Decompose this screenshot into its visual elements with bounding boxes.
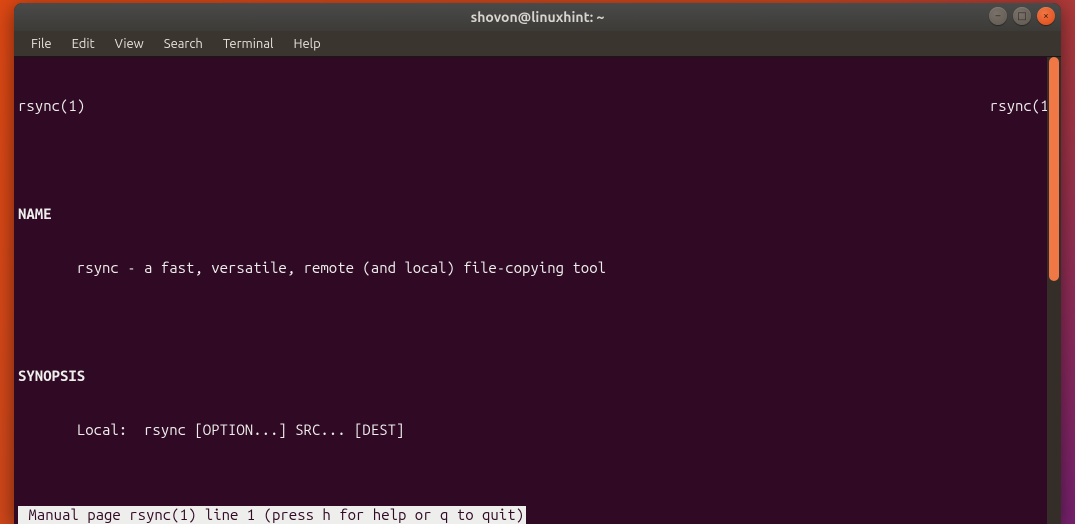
- section-synopsis-heading: SYNOPSIS: [18, 367, 1057, 385]
- blank-line: [18, 313, 1057, 331]
- man-header-left: rsync(1): [18, 97, 85, 115]
- section-name-heading: NAME: [18, 205, 1057, 223]
- close-button[interactable]: ×: [1037, 7, 1055, 25]
- maximize-button[interactable]: □: [1013, 7, 1031, 25]
- menu-file[interactable]: File: [22, 34, 61, 54]
- man-header: rsync(1) rsync(1): [18, 97, 1057, 115]
- window-controls: – □ ×: [989, 7, 1055, 25]
- terminal-viewport[interactable]: rsync(1) rsync(1) NAME rsync - a fast, v…: [14, 57, 1061, 524]
- syn-local: Local: rsync [OPTION...] SRC... [DEST]: [18, 421, 1057, 439]
- window-title: shovon@linuxhint: ~: [471, 9, 605, 25]
- menubar: File Edit View Search Terminal Help: [14, 31, 1061, 57]
- man-status-line: Manual page rsync(1) line 1 (press h for…: [18, 506, 526, 524]
- menu-edit[interactable]: Edit: [63, 34, 104, 54]
- blank-line: [18, 475, 1057, 493]
- scrollbar[interactable]: [1047, 57, 1061, 524]
- menu-view[interactable]: View: [106, 34, 153, 54]
- menu-help[interactable]: Help: [284, 34, 329, 54]
- menu-search[interactable]: Search: [155, 34, 212, 54]
- close-icon: ×: [1043, 11, 1049, 21]
- terminal-window: shovon@linuxhint: ~ – □ × File Edit View…: [14, 3, 1061, 524]
- maximize-icon: □: [1017, 11, 1026, 21]
- menu-terminal[interactable]: Terminal: [214, 34, 283, 54]
- blank-line: [18, 151, 1057, 169]
- titlebar[interactable]: shovon@linuxhint: ~ – □ ×: [14, 3, 1061, 31]
- minimize-button[interactable]: –: [989, 7, 1007, 25]
- minimize-icon: –: [996, 11, 1001, 21]
- name-line: rsync - a fast, versatile, remote (and l…: [18, 259, 1057, 277]
- scrollbar-thumb[interactable]: [1049, 57, 1059, 281]
